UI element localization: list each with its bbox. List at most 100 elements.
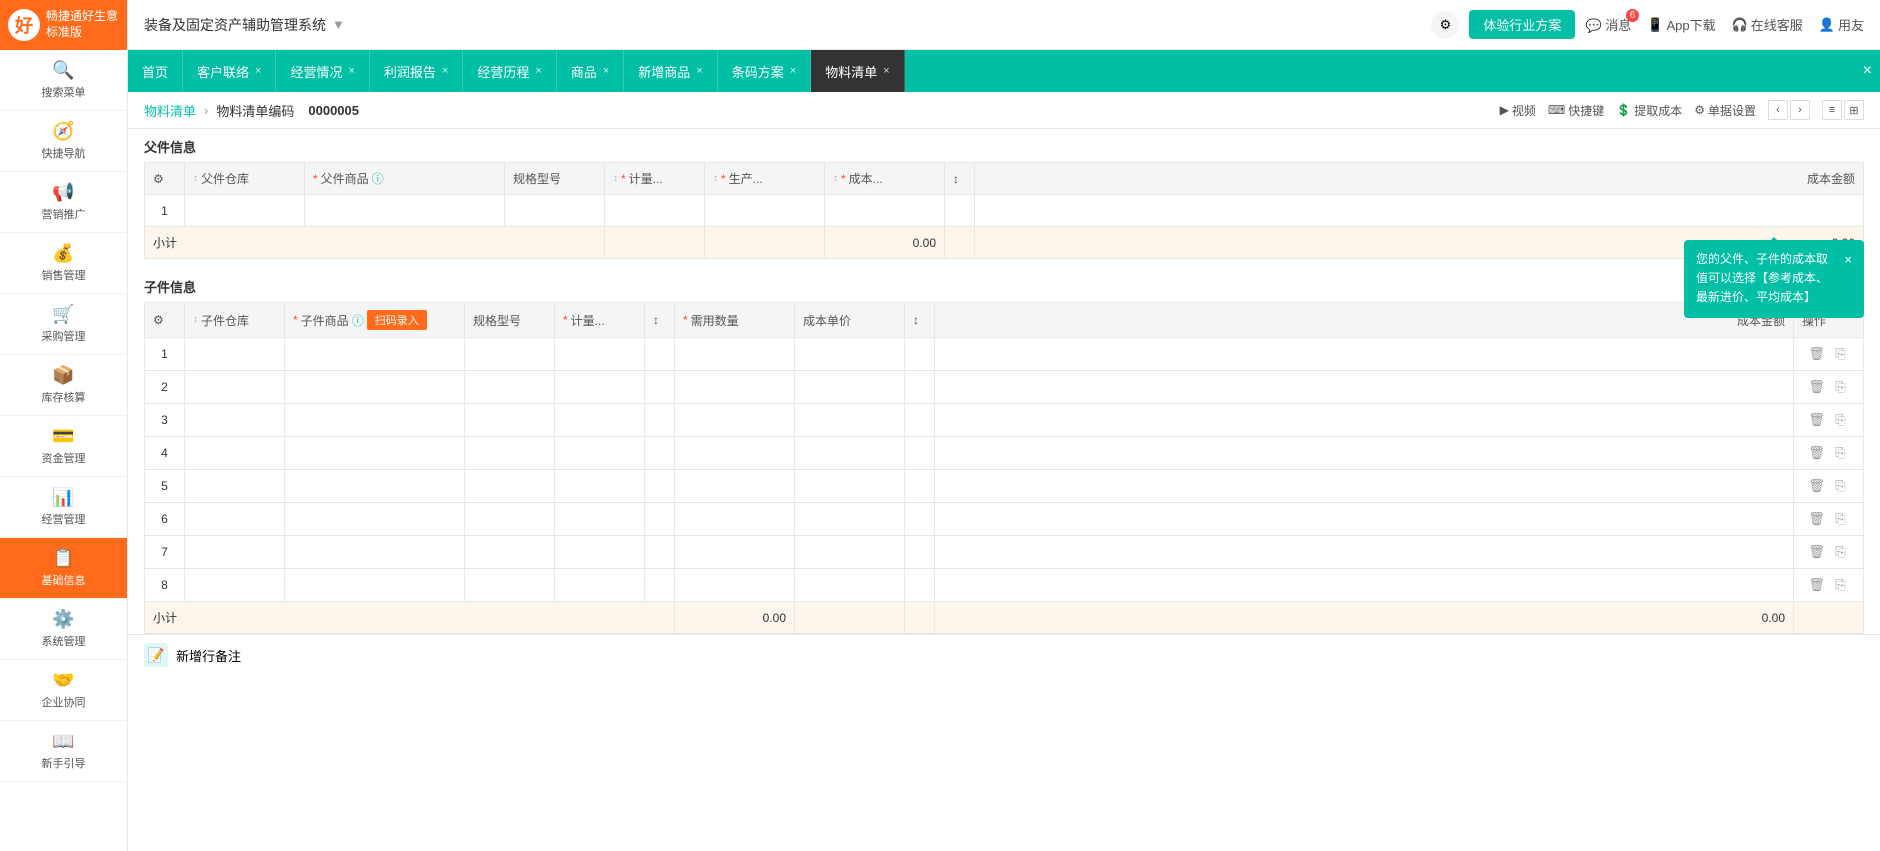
parent-cell-warehouse-1[interactable] <box>185 195 305 227</box>
sidebar-item-sales[interactable]: 💰 销售管理 <box>0 233 127 294</box>
view-action[interactable]: ▶ 视频 <box>1500 102 1536 119</box>
copy-icon-2[interactable]: ⎘ <box>1831 377 1851 397</box>
child-cell-unit-6[interactable] <box>555 503 645 536</box>
copy-icon-4[interactable]: ⎘ <box>1831 443 1851 463</box>
child-cell-unit-price-1[interactable] <box>795 338 905 371</box>
child-cell-amount-4[interactable] <box>935 437 1794 470</box>
child-cell-qty-3[interactable] <box>675 404 795 437</box>
copy-icon-3[interactable]: ⎘ <box>1831 410 1851 430</box>
list-view-button[interactable]: ≡ <box>1822 100 1842 120</box>
sidebar-item-quick-nav[interactable]: 🧭 快捷导航 <box>0 111 127 172</box>
child-cell-goods-8[interactable] <box>285 569 465 602</box>
parent-cell-spec-1[interactable] <box>505 195 605 227</box>
child-cell-unit-price-7[interactable] <box>795 536 905 569</box>
shortcut-action[interactable]: ⌨ 快捷键 <box>1548 102 1604 119</box>
delete-icon-6[interactable]: 🗑 <box>1807 509 1827 529</box>
close-tab-bom[interactable]: × <box>883 65 889 77</box>
tab-customers[interactable]: 客户联络 × <box>183 50 276 92</box>
child-cell-spec-8[interactable] <box>465 569 555 602</box>
child-cell-qty-5[interactable] <box>675 470 795 503</box>
child-cell-goods-1[interactable] <box>285 338 465 371</box>
app-download-button[interactable]: 📱 App下载 <box>1647 15 1715 34</box>
message-button[interactable]: 💬 6 消息 <box>1585 15 1631 34</box>
topbar-dropdown-arrow[interactable]: ▼ <box>332 17 345 32</box>
child-cell-unit-2[interactable] <box>555 371 645 404</box>
user-avatar[interactable]: 👤 用友 <box>1819 15 1864 34</box>
delete-icon-5[interactable]: 🗑 <box>1807 476 1827 496</box>
grid-view-button[interactable]: ⊞ <box>1844 100 1864 120</box>
delete-icon-2[interactable]: 🗑 <box>1807 377 1827 397</box>
parent-cell-unit-1[interactable] <box>605 195 705 227</box>
sidebar-item-marketing[interactable]: 📢 营销推广 <box>0 172 127 233</box>
child-cell-amount-7[interactable] <box>935 536 1794 569</box>
close-tab-profit[interactable]: × <box>442 65 448 77</box>
child-cell-unit-price-5[interactable] <box>795 470 905 503</box>
child-cell-unit-price-3[interactable] <box>795 404 905 437</box>
copy-icon-5[interactable]: ⎘ <box>1831 476 1851 496</box>
child-cell-amount-6[interactable] <box>935 503 1794 536</box>
sidebar-item-operations[interactable]: 📊 经营管理 <box>0 477 127 538</box>
child-cell-qty-6[interactable] <box>675 503 795 536</box>
child-cell-amount-3[interactable] <box>935 404 1794 437</box>
online-service-button[interactable]: 🎧 在线客服 <box>1732 15 1803 34</box>
child-cell-warehouse-5[interactable] <box>185 470 285 503</box>
child-cell-amount-5[interactable] <box>935 470 1794 503</box>
sidebar-item-inventory[interactable]: 📦 库存核算 <box>0 355 127 416</box>
sidebar-item-guide[interactable]: 📖 新手引导 <box>0 721 127 782</box>
parent-cell-cost-1[interactable] <box>825 195 945 227</box>
delete-icon-4[interactable]: 🗑 <box>1807 443 1827 463</box>
close-tab-new-goods[interactable]: × <box>696 65 702 77</box>
child-cell-warehouse-4[interactable] <box>185 437 285 470</box>
delete-icon-1[interactable]: 🗑 <box>1807 344 1827 364</box>
close-tab-history[interactable]: × <box>535 65 541 77</box>
tab-operations[interactable]: 经营情况 × <box>276 50 369 92</box>
copy-icon-8[interactable]: ⎘ <box>1831 575 1851 595</box>
next-arrow[interactable]: › <box>1790 100 1810 120</box>
child-cell-warehouse-1[interactable] <box>185 338 285 371</box>
trial-button[interactable]: 体验行业方案 <box>1469 10 1575 39</box>
sidebar-item-finance[interactable]: 💳 资金管理 <box>0 416 127 477</box>
child-cell-amount-2[interactable] <box>935 371 1794 404</box>
child-cell-unit-price-6[interactable] <box>795 503 905 536</box>
close-all-tabs[interactable]: × <box>1863 62 1872 80</box>
child-cell-spec-2[interactable] <box>465 371 555 404</box>
tab-bom[interactable]: 物料清单 × <box>811 50 904 92</box>
child-cell-unit-price-4[interactable] <box>795 437 905 470</box>
child-cell-spec-1[interactable] <box>465 338 555 371</box>
parent-cell-amount-1[interactable] <box>975 195 1864 227</box>
parent-col-settings[interactable]: ⚙ <box>145 163 185 195</box>
child-cell-qty-8[interactable] <box>675 569 795 602</box>
scan-button[interactable]: 扫码录入 <box>367 310 427 330</box>
tab-history[interactable]: 经营历程 × <box>463 50 556 92</box>
delete-icon-3[interactable]: 🗑 <box>1807 410 1827 430</box>
prev-arrow[interactable]: ‹ <box>1768 100 1788 120</box>
child-cell-warehouse-7[interactable] <box>185 536 285 569</box>
child-cell-goods-5[interactable] <box>285 470 465 503</box>
child-cell-warehouse-3[interactable] <box>185 404 285 437</box>
child-cell-unit-5[interactable] <box>555 470 645 503</box>
child-cell-unit-7[interactable] <box>555 536 645 569</box>
delete-icon-7[interactable]: 🗑 <box>1807 542 1827 562</box>
tooltip-close-button[interactable]: × <box>1844 250 1852 271</box>
child-col-settings[interactable]: ⚙ <box>145 303 185 338</box>
copy-icon-6[interactable]: ⎘ <box>1831 509 1851 529</box>
parent-cell-produce-1[interactable] <box>705 195 825 227</box>
child-cell-amount-1[interactable] <box>935 338 1794 371</box>
tab-home[interactable]: 首页 <box>128 50 183 92</box>
child-cell-goods-3[interactable] <box>285 404 465 437</box>
child-cell-qty-1[interactable] <box>675 338 795 371</box>
child-cell-warehouse-2[interactable] <box>185 371 285 404</box>
parent-cell-goods-1[interactable] <box>305 195 505 227</box>
child-cell-qty-7[interactable] <box>675 536 795 569</box>
child-cell-goods-4[interactable] <box>285 437 465 470</box>
child-cell-spec-6[interactable] <box>465 503 555 536</box>
sidebar-item-system[interactable]: ⚙️ 系统管理 <box>0 599 127 660</box>
close-tab-goods[interactable]: × <box>603 65 609 77</box>
copy-icon-7[interactable]: ⎘ <box>1831 542 1851 562</box>
child-cell-unit-price-8[interactable] <box>795 569 905 602</box>
copy-icon-1[interactable]: ⎘ <box>1831 344 1851 364</box>
child-cell-unit-3[interactable] <box>555 404 645 437</box>
sidebar-item-collab[interactable]: 🤝 企业协同 <box>0 660 127 721</box>
tab-new-goods[interactable]: 新增商品 × <box>624 50 717 92</box>
tab-barcode[interactable]: 条码方案 × <box>718 50 811 92</box>
